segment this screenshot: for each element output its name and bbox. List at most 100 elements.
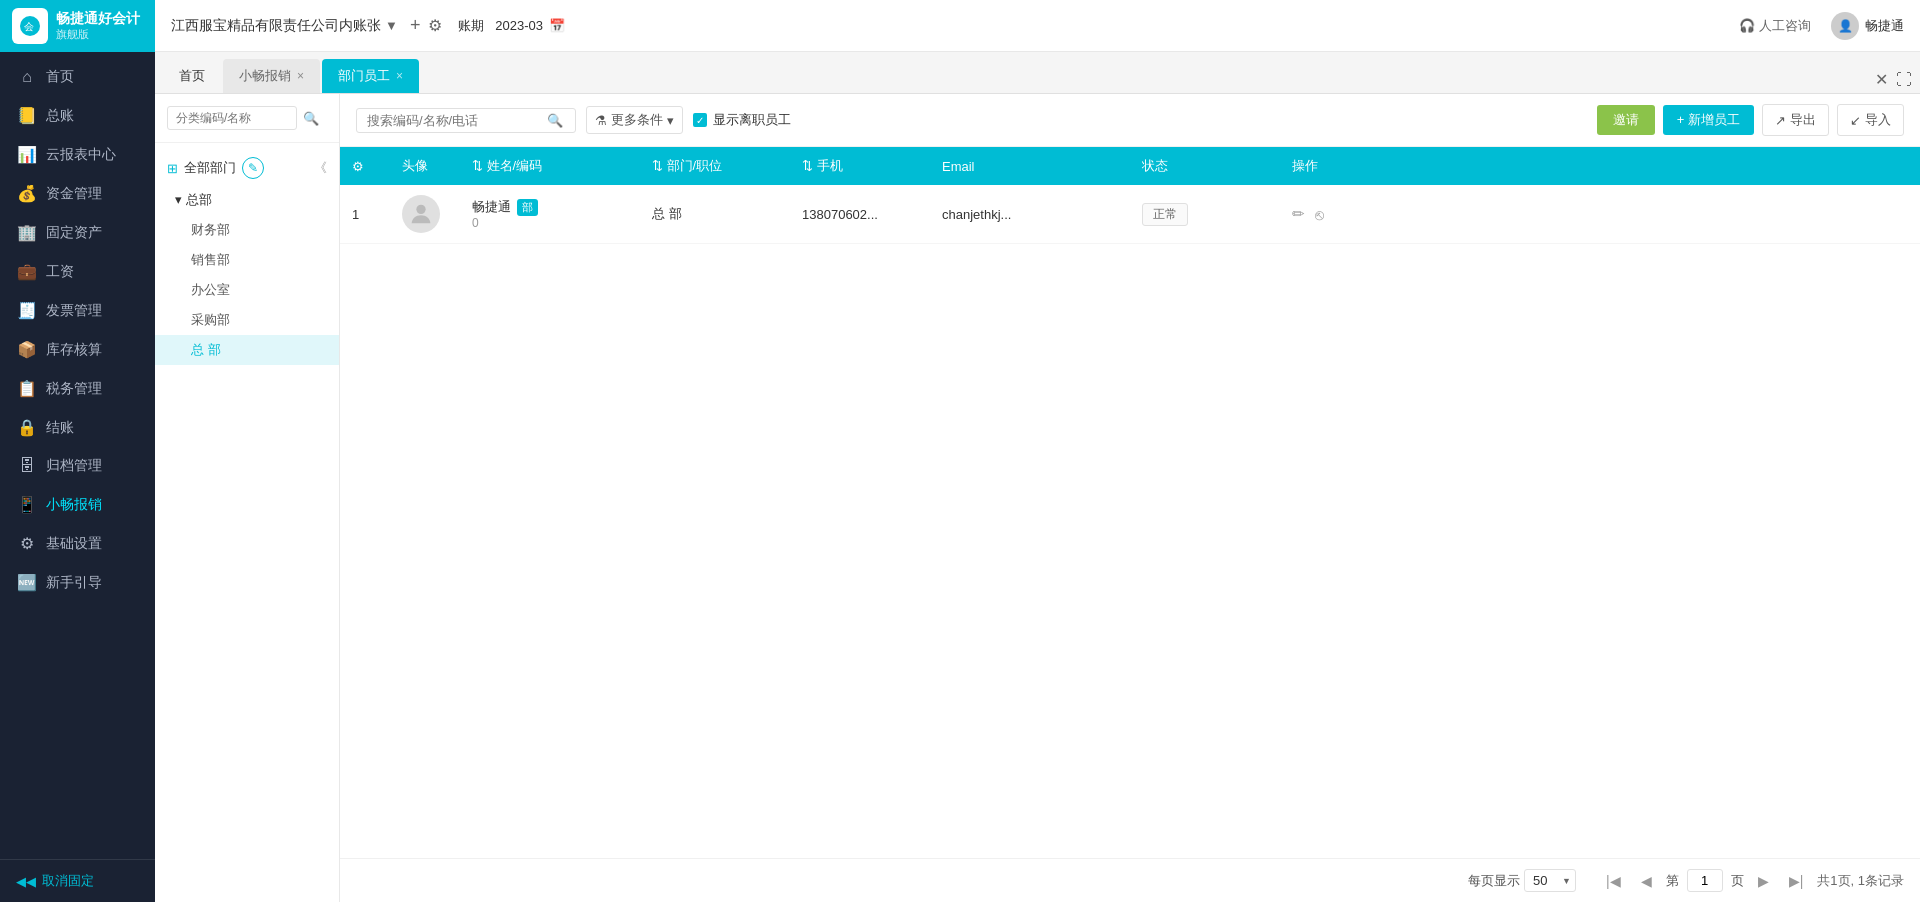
page-label-di: 第 (1666, 872, 1679, 890)
tab-dept-employee-label: 部门员工 (338, 67, 390, 85)
add-company-button[interactable]: + (410, 15, 421, 36)
page-size-area: 每页显示 50 100 200 (1468, 869, 1576, 892)
per-page-select-wrapper: 50 100 200 (1524, 869, 1576, 892)
sidebar-item-home[interactable]: ⌂ 首页 (0, 58, 155, 96)
dept-office[interactable]: 办公室 (155, 275, 339, 305)
user-menu[interactable]: 👤 畅捷通 (1831, 12, 1904, 40)
dept-all-item[interactable]: ⊞ 全部部门 ✎ 《 (155, 151, 339, 185)
tab-close-window[interactable]: ✕ (1875, 70, 1888, 89)
reports-icon: 📊 (16, 145, 38, 164)
tax-icon: 📋 (16, 379, 38, 398)
salary-icon: 💼 (16, 262, 38, 281)
edit-button[interactable]: ✏ (1292, 205, 1305, 223)
sidebar-item-fixed-assets[interactable]: 🏢 固定资产 (0, 213, 155, 252)
basic-icon: ⚙ (16, 534, 38, 553)
dept-hq[interactable]: ▾ 总部 (155, 185, 339, 215)
settings-icon[interactable]: ⚙ (428, 16, 442, 35)
period-info: 账期 2023-03 (458, 17, 543, 35)
tab-xiaochang-close[interactable]: × (297, 69, 304, 83)
sidebar-item-ledger-label: 总账 (46, 107, 74, 125)
pagination: 每页显示 50 100 200 |◀ ◀ 第 页 ▶ ▶| 共1页, 1 (340, 858, 1920, 902)
main-area: 江西服宝精品有限责任公司内账张 ▼ + ⚙ 账期 2023-03 📅 🎧 人工咨… (155, 0, 1920, 902)
col-email: Email (930, 147, 1130, 185)
dept-purchase-label: 采购部 (191, 312, 230, 327)
page-label: 页 (1731, 872, 1744, 890)
col-settings[interactable]: ⚙ (340, 147, 390, 185)
dept-sales[interactable]: 销售部 (155, 245, 339, 275)
filter-button[interactable]: ⚗ 更多条件 ▾ (586, 106, 683, 134)
cell-name-code: 畅捷通 部 0 (460, 185, 640, 244)
employee-search-input[interactable] (367, 113, 547, 128)
sidebar-item-ledger[interactable]: 📒 总账 (0, 96, 155, 135)
page-input[interactable] (1687, 869, 1723, 892)
tab-dept-employee[interactable]: 部门员工 × (322, 59, 419, 93)
home-icon: ⌂ (16, 68, 38, 86)
sidebar-item-archive[interactable]: 🗄 归档管理 (0, 447, 155, 485)
sidebar-unpin[interactable]: ◀◀ 取消固定 (0, 859, 155, 902)
sidebar-item-basic-label: 基础设置 (46, 535, 102, 553)
first-page-button[interactable]: |◀ (1600, 871, 1627, 891)
sidebar-item-reports-label: 云报表中心 (46, 146, 116, 164)
dept-general[interactable]: 总 部 (155, 335, 339, 365)
dept-collapse-icon[interactable]: 《 (314, 159, 327, 177)
sidebar-item-basic[interactable]: ⚙ 基础设置 (0, 524, 155, 563)
employee-table: ⚙ 头像 ⇅ 姓名/编码 ⇅ 部门/职位 ⇅ 手机 Email 状态 操作 1 (340, 147, 1920, 244)
tab-home[interactable]: 首页 (163, 59, 221, 93)
app-logo: 会 畅捷通好会计 旗舰版 (0, 0, 155, 52)
sidebar-item-inventory[interactable]: 📦 库存核算 (0, 330, 155, 369)
col-name-code[interactable]: ⇅ 姓名/编码 (460, 147, 640, 185)
sidebar-item-invoice[interactable]: 🧾 发票管理 (0, 291, 155, 330)
svg-text:会: 会 (24, 21, 34, 32)
table-row: 1 畅捷通 部 0 (340, 185, 1920, 244)
add-employee-button[interactable]: + 新增员工 (1663, 105, 1754, 135)
sidebar-item-inventory-label: 库存核算 (46, 341, 102, 359)
dept-edit-button[interactable]: ✎ (242, 157, 264, 179)
export-button[interactable]: ↗ 导出 (1762, 104, 1829, 136)
next-page-button[interactable]: ▶ (1752, 871, 1775, 891)
logout-button[interactable]: ⎋ (1315, 206, 1324, 223)
dept-purchase[interactable]: 采购部 (155, 305, 339, 335)
import-button[interactable]: ↙ 导入 (1837, 104, 1904, 136)
employee-search-icon[interactable]: 🔍 (547, 113, 563, 128)
service-label: 人工咨询 (1759, 17, 1811, 35)
avatar: 👤 (1831, 12, 1859, 40)
period-label: 账期 (458, 18, 484, 33)
sidebar-item-tax[interactable]: 📋 税务管理 (0, 369, 155, 408)
sidebar-item-close[interactable]: 🔒 结账 (0, 408, 155, 447)
grid-icon: ⊞ (167, 161, 178, 176)
tab-dept-employee-close[interactable]: × (396, 69, 403, 83)
dept-badge: 部 (517, 199, 538, 216)
col-actions: 操作 (1280, 147, 1920, 185)
sidebar-item-archive-label: 归档管理 (46, 457, 102, 475)
show-resigned-checkbox[interactable]: ✓ (693, 113, 707, 127)
sidebar-item-close-label: 结账 (46, 419, 74, 437)
sidebar-item-reports[interactable]: 📊 云报表中心 (0, 135, 155, 174)
dept-finance[interactable]: 财务部 (155, 215, 339, 245)
close-acct-icon: 🔒 (16, 418, 38, 437)
employee-avatar (402, 195, 440, 233)
sidebar-item-salary[interactable]: 💼 工资 (0, 252, 155, 291)
invite-button[interactable]: 邀请 (1597, 105, 1655, 135)
per-page-label: 每页显示 (1468, 872, 1520, 890)
sidebar-item-xiaochang[interactable]: 📱 小畅报销 (0, 485, 155, 524)
sidebar-item-tax-label: 税务管理 (46, 380, 102, 398)
show-resigned-toggle[interactable]: ✓ 显示离职员工 (693, 111, 791, 129)
dept-search-input[interactable] (167, 106, 297, 130)
left-panel: 🔍 ⊞ 全部部门 ✎ 《 ▾ 总部 财务部 销售部 (155, 94, 340, 902)
calendar-icon[interactable]: 📅 (549, 18, 565, 33)
user-name: 畅捷通 (1865, 17, 1904, 35)
dept-search-icon[interactable]: 🔍 (303, 111, 319, 126)
prev-page-button[interactable]: ◀ (1635, 871, 1658, 891)
tab-xiaochang[interactable]: 小畅报销 × (223, 59, 320, 93)
col-phone[interactable]: ⇅ 手机 (790, 147, 930, 185)
last-page-button[interactable]: ▶| (1783, 871, 1810, 891)
tab-maximize[interactable]: ⛶ (1896, 71, 1912, 89)
sidebar-item-capital[interactable]: 💰 资金管理 (0, 174, 155, 213)
company-dropdown-icon[interactable]: ▼ (385, 18, 398, 33)
sidebar-item-guide[interactable]: 🆕 新手引导 (0, 563, 155, 602)
col-dept-position[interactable]: ⇅ 部门/职位 (640, 147, 790, 185)
per-page-select[interactable]: 50 100 200 (1524, 869, 1576, 892)
ledger-icon: 📒 (16, 106, 38, 125)
service-button[interactable]: 🎧 人工咨询 (1739, 17, 1811, 35)
sidebar-footer-label: 取消固定 (42, 872, 94, 890)
